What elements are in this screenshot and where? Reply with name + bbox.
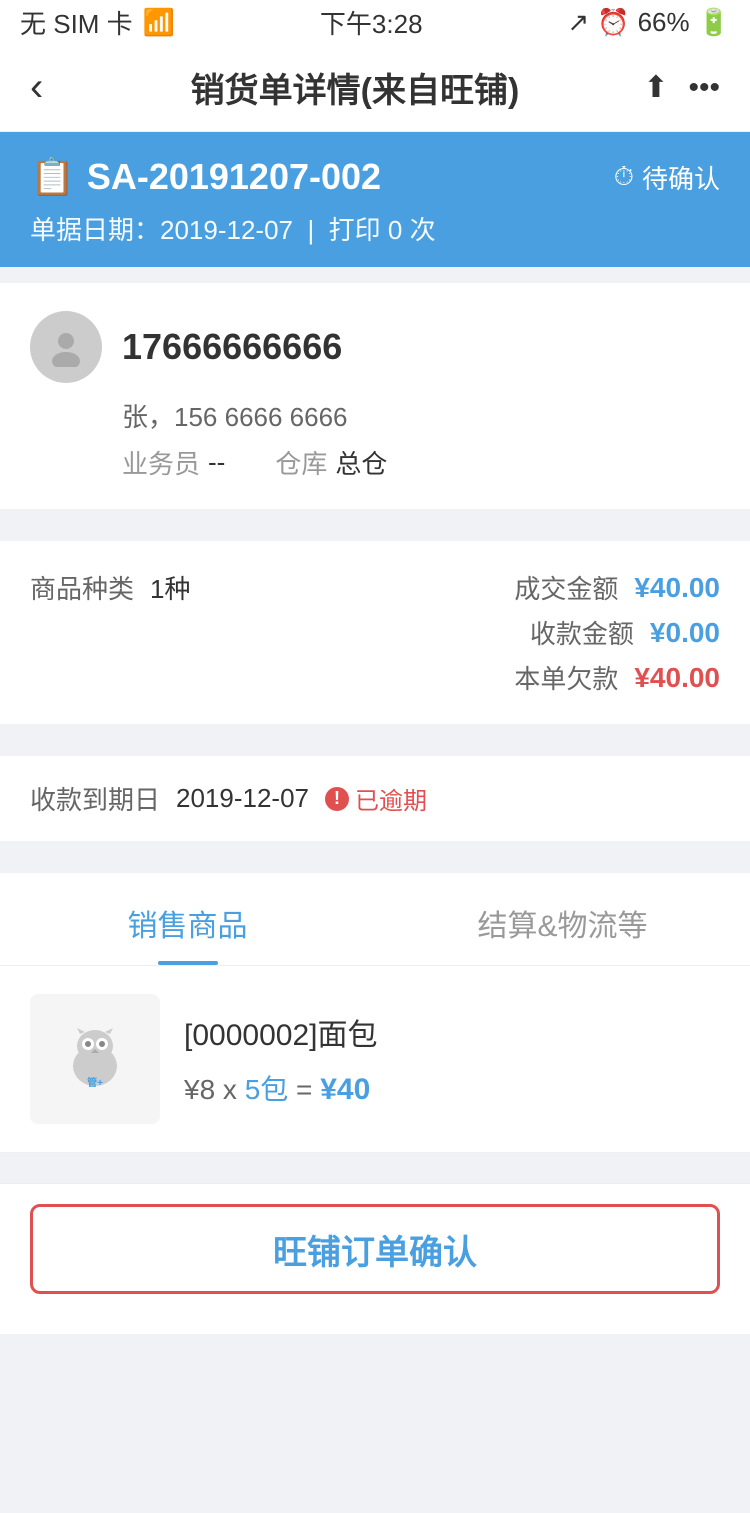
divider-1 [0, 267, 750, 283]
order-icon: 📋 [30, 156, 75, 198]
equals-sign: = [288, 1074, 320, 1105]
warehouse-value: 总仓 [335, 444, 387, 481]
summary-card: 商品种类 1种 成交金额 ¥40.00 收款金额 ¥0.00 本单欠款 ¥40.… [0, 541, 750, 724]
unit-price: ¥8 x [184, 1074, 245, 1105]
warehouse-label: 仓库 [275, 444, 327, 481]
status-bar: 无 SIM 卡 📶 下午3:28 ↗ ⏰ 66% 🔋 [0, 0, 750, 44]
page-title: 销货单详情(来自旺铺) [90, 63, 620, 112]
product-type-label: 商品种类 [30, 569, 134, 606]
product-name: [0000002]面包 [184, 1010, 720, 1054]
status-left: 无 SIM 卡 📶 [20, 4, 175, 41]
location-icon: ↗ [567, 7, 589, 38]
time-display: 下午3:28 [320, 4, 423, 41]
tabs-bar: 销售商品 结算&物流等 [0, 873, 750, 966]
salesperson-label: 业务员 [122, 444, 200, 481]
svg-text:管+: 管+ [87, 1076, 103, 1089]
overdue-text: 已逾期 [355, 781, 427, 816]
share-icon[interactable]: ⬆ [643, 70, 668, 105]
divider-3 [0, 740, 750, 756]
deal-amount-value: ¥40.00 [634, 572, 720, 604]
avatar [30, 311, 102, 383]
product-type-count: 1种 [150, 569, 190, 606]
product-item: 管+ [0000002]面包 ¥8 x 5包 = ¥40 [0, 966, 750, 1153]
quantity: 5包 [245, 1074, 289, 1105]
owed-label: 本单欠款 [514, 659, 618, 696]
status-icon: ⏱ [614, 161, 634, 193]
carrier-text: 无 SIM 卡 [20, 4, 133, 41]
tab-sales-products[interactable]: 销售商品 [0, 873, 375, 965]
owed-value: ¥40.00 [634, 662, 720, 694]
order-date-line: 单据日期：2019-12-07 | 打印 0 次 [30, 210, 720, 247]
salesperson-value: -- [208, 447, 225, 478]
product-image: 管+ [50, 1024, 140, 1094]
tab-settlement-logistics[interactable]: 结算&物流等 [375, 873, 750, 965]
divider-2 [0, 525, 750, 541]
divider-4 [0, 857, 750, 873]
customer-meta: 业务员 -- 仓库 总仓 [30, 444, 720, 481]
bottom-area: 旺铺订单确认 [0, 1183, 750, 1334]
battery-icon: 🔋 [698, 7, 730, 38]
order-id: 📋 SA-20191207-002 [30, 156, 381, 198]
back-button[interactable]: ‹ [30, 65, 90, 110]
customer-phone: 17666666666 [122, 326, 342, 368]
total-price: ¥40 [320, 1073, 370, 1106]
confirm-order-button[interactable]: 旺铺订单确认 [30, 1204, 720, 1294]
due-date-value: 2019-12-07 [176, 783, 309, 814]
due-label: 收款到期日 [30, 780, 160, 817]
status-text: 待确认 [642, 159, 720, 196]
more-icon[interactable]: ••• [688, 71, 720, 105]
overdue-icon: ! [325, 787, 349, 811]
nav-bar: ‹ 销货单详情(来自旺铺) ⬆ ••• [0, 44, 750, 132]
received-label: 收款金额 [530, 614, 634, 651]
product-info: [0000002]面包 ¥8 x 5包 = ¥40 [184, 1010, 720, 1108]
wifi-icon: 📶 [143, 7, 175, 38]
order-banner: 📋 SA-20191207-002 ⏱ 待确认 单据日期：2019-12-07 … [0, 132, 750, 267]
bottom-spacer [0, 1353, 750, 1513]
customer-name: 张，156 6666 6666 [30, 397, 720, 434]
status-right: ↗ ⏰ 66% 🔋 [567, 7, 730, 38]
alarm-icon: ⏰ [597, 7, 629, 38]
product-price-line: ¥8 x 5包 = ¥40 [184, 1068, 720, 1108]
deal-amount-label: 成交金额 [514, 569, 618, 606]
order-status: ⏱ 待确认 [614, 159, 720, 196]
customer-card: 17666666666 张，156 6666 6666 业务员 -- 仓库 总仓 [0, 283, 750, 509]
product-thumbnail: 管+ [30, 994, 160, 1124]
received-value: ¥0.00 [650, 617, 720, 649]
due-date-card: 收款到期日 2019-12-07 ! 已逾期 [0, 756, 750, 841]
nav-actions: ⬆ ••• [620, 70, 720, 105]
battery-text: 66% [638, 7, 690, 38]
summary-amounts: 成交金额 ¥40.00 收款金额 ¥0.00 本单欠款 ¥40.00 [514, 569, 720, 696]
overdue-badge: ! 已逾期 [325, 781, 427, 816]
product-list: 管+ [0000002]面包 ¥8 x 5包 = ¥40 [0, 966, 750, 1153]
